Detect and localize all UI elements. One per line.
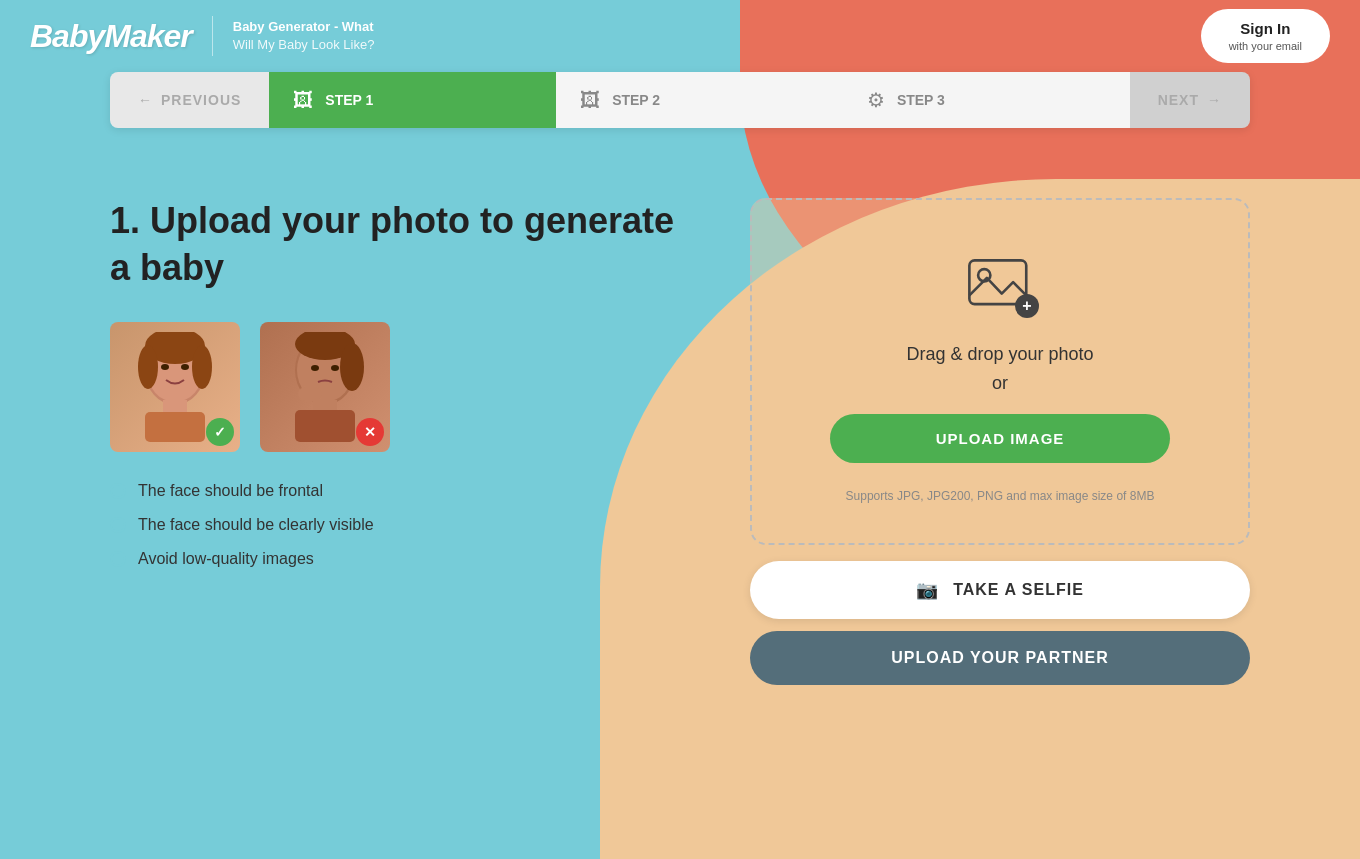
camera-icon: 📷 (916, 579, 939, 601)
svg-point-13 (311, 365, 319, 371)
step-3[interactable]: ⚙ STEP 3 (843, 72, 1130, 128)
selfie-label: TAKE A SELFIE (953, 581, 1084, 599)
svg-point-12 (340, 343, 364, 391)
subtitle-line1: Baby Generator - What (233, 19, 374, 34)
right-panel: + Drag & drop your photo or UPLOAD IMAGE… (750, 198, 1250, 685)
step-1[interactable]: 🖼 STEP 1 (269, 72, 556, 128)
example-photos-row: ✓ (110, 322, 690, 452)
take-selfie-button[interactable]: 📷 TAKE A SELFIE (750, 561, 1250, 619)
sign-in-button[interactable]: Sign In with your email (1201, 9, 1330, 63)
svg-rect-17 (295, 410, 355, 442)
header-divider (212, 16, 213, 56)
tip-dot-2 (110, 517, 126, 533)
good-badge: ✓ (206, 418, 234, 446)
sign-in-sublabel: with your email (1229, 39, 1302, 53)
main-content: 1. Upload your photo to generate a baby (0, 158, 1360, 685)
header: BabyMaker Baby Generator - What Will My … (0, 0, 1360, 72)
upload-partner-button[interactable]: UPLOAD YOUR PARTNER (750, 631, 1250, 685)
steps-bar: ← PREVIOUS 🖼 STEP 1 🖼 STEP 2 ⚙ STEP 3 NE… (110, 72, 1250, 128)
next-button[interactable]: NEXT → (1130, 72, 1250, 128)
tip-text-1: The face should be frontal (138, 482, 323, 500)
previous-label: PREVIOUS (161, 92, 241, 108)
tip-item-1: The face should be frontal (110, 482, 690, 500)
step-2[interactable]: 🖼 STEP 2 (556, 72, 843, 128)
svg-point-15 (298, 386, 322, 402)
upload-icon-wrapper: + (965, 250, 1035, 314)
logo: BabyMaker (30, 18, 192, 55)
svg-point-4 (192, 345, 212, 389)
step-3-label: STEP 3 (897, 92, 945, 108)
next-label: NEXT (1158, 92, 1199, 108)
image-icon: 🖼 (293, 89, 313, 112)
photo-icon: 🖼 (580, 89, 600, 112)
bad-example-photo: ✕ (260, 322, 390, 452)
tips-list: The face should be frontal The face shou… (110, 482, 690, 568)
bad-badge: ✕ (356, 418, 384, 446)
svg-rect-8 (145, 412, 205, 442)
upload-plus-icon: + (1015, 294, 1039, 318)
tip-dot-3 (110, 551, 126, 567)
step-1-label: STEP 1 (325, 92, 373, 108)
svg-point-3 (138, 345, 158, 389)
svg-point-14 (331, 365, 339, 371)
tip-text-2: The face should be clearly visible (138, 516, 374, 534)
tip-dot-1 (110, 483, 126, 499)
tip-item-2: The face should be clearly visible (110, 516, 690, 534)
chevron-left-icon: ← (138, 92, 153, 108)
tip-text-3: Avoid low-quality images (138, 550, 314, 568)
previous-button[interactable]: ← PREVIOUS (110, 72, 269, 128)
partner-label: UPLOAD YOUR PARTNER (891, 649, 1109, 667)
upload-drop-zone[interactable]: + Drag & drop your photo or UPLOAD IMAGE… (750, 198, 1250, 545)
step-2-label: STEP 2 (612, 92, 660, 108)
left-panel: 1. Upload your photo to generate a baby (110, 198, 690, 685)
drag-drop-text: Drag & drop your photo or (906, 340, 1093, 398)
chevron-right-icon: → (1207, 92, 1222, 108)
svg-point-5 (161, 364, 169, 370)
gear-icon: ⚙ (867, 88, 885, 112)
good-example-photo: ✓ (110, 322, 240, 452)
sign-in-label: Sign In (1229, 19, 1302, 39)
tip-item-3: Avoid low-quality images (110, 550, 690, 568)
supports-text: Supports JPG, JPG200, PNG and max image … (846, 489, 1155, 503)
upload-image-button[interactable]: UPLOAD IMAGE (830, 414, 1170, 463)
header-subtitle: Baby Generator - What Will My Baby Look … (233, 18, 375, 54)
subtitle-line2: Will My Baby Look Like? (233, 37, 375, 52)
svg-point-6 (181, 364, 189, 370)
page-title: 1. Upload your photo to generate a baby (110, 198, 690, 292)
